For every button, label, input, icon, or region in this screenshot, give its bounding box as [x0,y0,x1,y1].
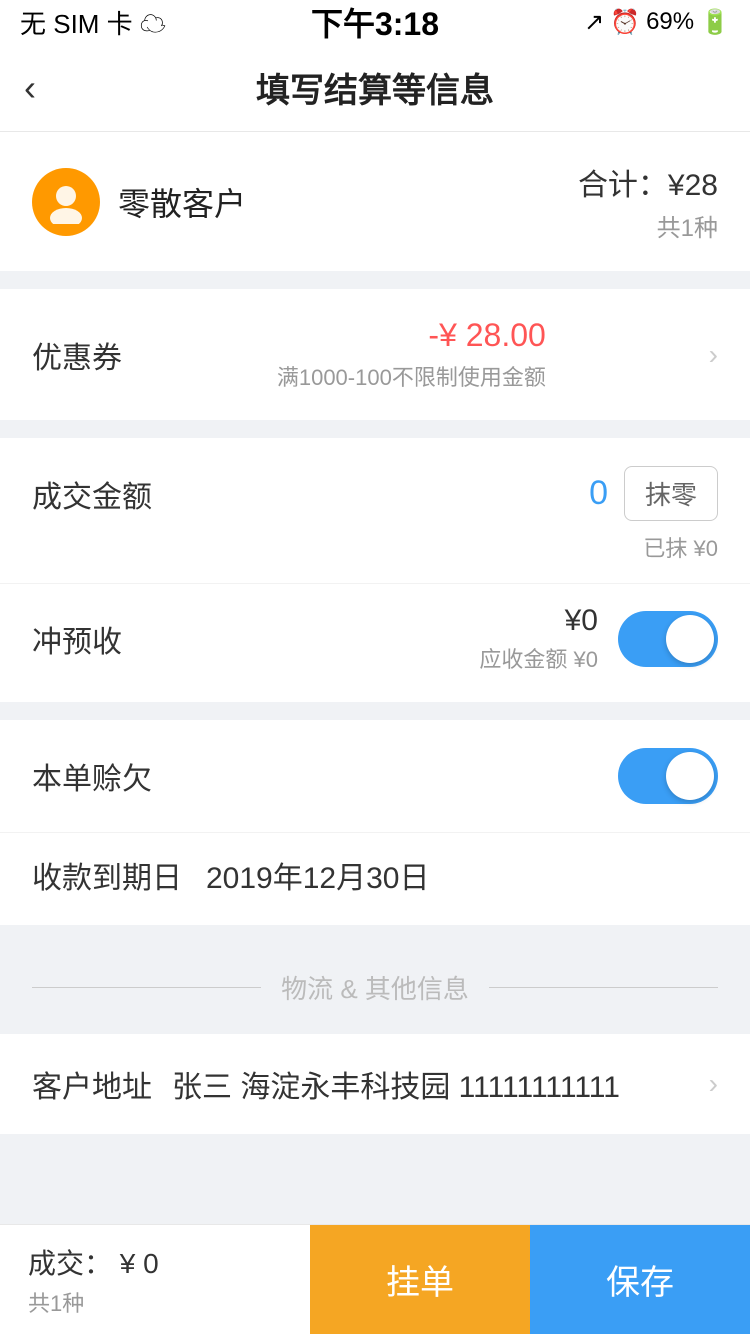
location-icon: ↗ [584,8,604,37]
coupon-amount: -¥ 28.00 [428,317,545,354]
debit-toggle-knob [666,752,714,800]
address-value: 张三 海淀永丰科技园 11111111111 [152,1062,701,1106]
logistics-line-right [489,987,718,988]
due-date-row: 收款到期日 2019年12月30日 [0,832,750,925]
debit-label: 本单赊欠 [32,754,152,798]
bottom-bar: 成交： ¥ 0 共1种 挂单 保存 [0,1224,750,1334]
alarm-icon: ⏰ [610,8,640,37]
toggle-knob [666,615,714,663]
avatar [32,168,100,236]
save-button[interactable]: 保存 [530,1225,750,1334]
customer-right: 合计：¥28 共1种 [578,160,718,243]
prereceive-amount: ¥0 [565,604,598,638]
bottom-summary: 成交： ¥ 0 共1种 [0,1242,310,1318]
coupon-row[interactable]: 优惠券 -¥ 28.00 满1000-100不限制使用金额 › [0,289,750,420]
debit-section: 本单赊欠 收款到期日 2019年12月30日 [0,720,750,925]
status-right: ↗ ⏰ 69% 🔋 [584,8,730,37]
hold-button-label: 挂单 [386,1255,454,1304]
total-count: 共1种 [578,208,718,243]
coupon-label: 优惠券 [32,333,122,377]
page-title: 填写结算等信息 [256,63,494,112]
bottom-transaction-label: 成交： [28,1248,112,1279]
customer-left: 零散客户 [32,168,246,236]
transaction-section: 成交金额 0 抹零 已抹 ¥0 冲预收 ¥0 应收金额 ¥0 [0,438,750,702]
status-time: 下午3:18 [311,0,439,45]
prereceive-row: 冲预收 ¥0 应收金额 ¥0 [0,583,750,702]
prereceive-sub: 应收金额 ¥0 [479,642,598,674]
status-bar: 无 SIM 卡 ☁ 下午3:18 ↗ ⏰ 69% 🔋 [0,0,750,44]
prereceive-right: ¥0 应收金额 ¥0 [479,604,718,674]
address-label: 客户地址 [32,1062,152,1106]
address-chevron: › [709,1068,718,1100]
due-date-label: 收款到期日 [32,853,182,897]
bottom-transaction-value: ¥ 0 [120,1248,159,1279]
customer-name: 零散客户 [118,179,246,225]
bottom-count: 共1种 [28,1286,282,1318]
divider-1 [0,273,750,289]
logistics-section: 物流 & 其他信息 [0,945,750,1030]
battery-text: 69% [646,8,694,36]
debit-toggle[interactable] [618,748,718,804]
prereceive-amounts: ¥0 应收金额 ¥0 [479,604,598,674]
round-zero-button[interactable]: 抹零 [624,466,718,521]
prereceive-label: 冲预收 [32,617,122,661]
already-rounded-row: 已抹 ¥0 [0,531,750,583]
transaction-value: 0 [589,474,608,513]
debit-row: 本单赊欠 [0,720,750,832]
transaction-label: 成交金额 [32,472,152,516]
coupon-right: -¥ 28.00 满1000-100不限制使用金额 [277,317,546,392]
nav-bar: ‹ 填写结算等信息 [0,44,750,132]
divider-4 [0,927,750,943]
coupon-chevron: › [709,339,718,371]
already-rounded: 已抹 ¥0 [643,536,718,561]
bottom-transaction: 成交： ¥ 0 [28,1242,282,1282]
total-amount: 合计：¥28 [578,160,718,204]
hold-button[interactable]: 挂单 [310,1225,530,1334]
divider-3 [0,704,750,720]
battery-icon: 🔋 [700,8,730,37]
due-date-value: 2019年12月30日 [206,853,429,897]
divider-2 [0,422,750,438]
customer-row: 零散客户 合计：¥28 共1种 [0,132,750,271]
customer-section: 零散客户 合计：¥28 共1种 [0,132,750,271]
transaction-row: 成交金额 0 抹零 [0,438,750,531]
coupon-desc: 满1000-100不限制使用金额 [277,360,546,392]
transaction-right: 0 抹零 [589,466,718,521]
save-button-label: 保存 [606,1255,674,1304]
logistics-text: 物流 & 其他信息 [261,969,489,1006]
logistics-line-left [32,987,261,988]
back-button[interactable]: ‹ [24,67,36,109]
address-row[interactable]: 客户地址 张三 海淀永丰科技园 11111111111 › [0,1034,750,1134]
prereceive-toggle[interactable] [618,611,718,667]
status-left: 无 SIM 卡 ☁ [20,4,166,41]
